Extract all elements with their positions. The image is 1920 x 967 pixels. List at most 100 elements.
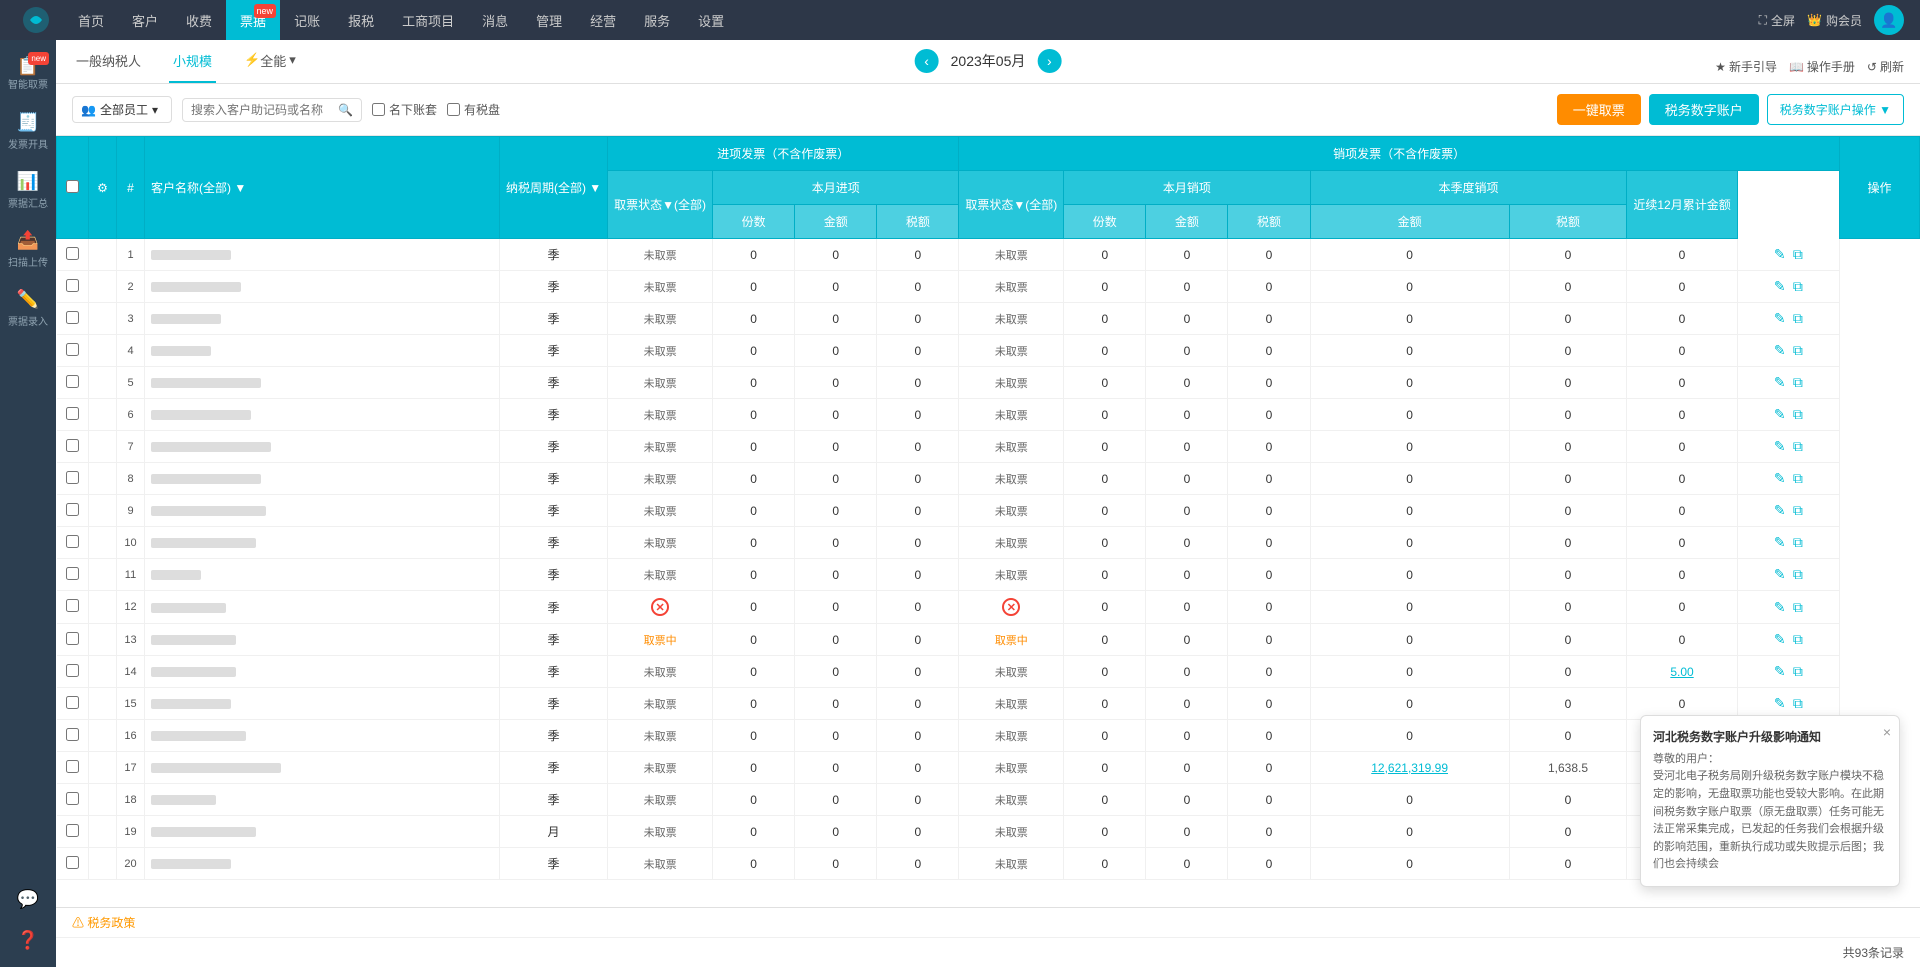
nav-business[interactable]: 工商项目 <box>388 0 468 40</box>
edit-btn[interactable]: ✎ <box>1774 342 1786 358</box>
cell-status-in[interactable]: 未取票 <box>608 784 713 816</box>
row-checkbox[interactable] <box>66 664 79 677</box>
cell-status-out[interactable]: 未取票 <box>959 271 1064 303</box>
cell-client-name[interactable] <box>145 591 500 624</box>
nav-service[interactable]: 服务 <box>630 0 684 40</box>
cell-status-in[interactable]: 未取票 <box>608 559 713 591</box>
cell-status-in[interactable]: 未取票 <box>608 720 713 752</box>
cell-status-in[interactable]: 未取票 <box>608 495 713 527</box>
cell-status-in[interactable]: 未取票 <box>608 303 713 335</box>
copy-btn[interactable]: ⧉ <box>1793 246 1803 262</box>
cell-client-name[interactable] <box>145 688 500 720</box>
row-checkbox[interactable] <box>66 503 79 516</box>
rolling-value[interactable]: 5.00 <box>1670 665 1693 679</box>
sidebar-item-scan-upload[interactable]: 📤 扫描上传 <box>3 222 53 277</box>
copy-btn[interactable]: ⧉ <box>1793 310 1803 326</box>
edit-btn[interactable]: ✎ <box>1774 278 1786 294</box>
cell-client-name[interactable] <box>145 303 500 335</box>
copy-btn[interactable]: ⧉ <box>1793 374 1803 390</box>
edit-btn[interactable]: ✎ <box>1774 566 1786 582</box>
cell-status-out[interactable]: 未取票 <box>959 816 1064 848</box>
cell-status-out[interactable]: 未取票 <box>959 559 1064 591</box>
row-checkbox[interactable] <box>66 247 79 260</box>
nav-home[interactable]: 首页 <box>64 0 118 40</box>
nav-operation[interactable]: 经营 <box>576 0 630 40</box>
nav-tax[interactable]: 报税 <box>334 0 388 40</box>
date-prev-btn[interactable]: ‹ <box>915 49 939 73</box>
row-checkbox[interactable] <box>66 599 79 612</box>
edit-btn[interactable]: ✎ <box>1774 438 1786 454</box>
cell-client-name[interactable] <box>145 335 500 367</box>
checkbox-tax-disk-input[interactable] <box>447 103 460 116</box>
tax-digital-btn[interactable]: 税务数字账户 <box>1649 94 1759 125</box>
copy-btn[interactable]: ⧉ <box>1793 438 1803 454</box>
cell-client-name[interactable] <box>145 399 500 431</box>
cell-status-in[interactable]: 未取票 <box>608 848 713 880</box>
sidebar-item-ticket-summary[interactable]: 📊 票据汇总 <box>3 163 53 218</box>
sidebar-item-smart-ticket[interactable]: 📋 智能取票 new <box>3 48 53 100</box>
copy-btn[interactable]: ⧉ <box>1793 342 1803 358</box>
popup-close-btn[interactable]: × <box>1883 724 1891 740</box>
copy-btn[interactable]: ⧉ <box>1793 695 1803 711</box>
copy-btn[interactable]: ⧉ <box>1793 663 1803 679</box>
nav-settings[interactable]: 设置 <box>684 0 738 40</box>
row-checkbox[interactable] <box>66 792 79 805</box>
select-all-checkbox[interactable] <box>66 180 79 193</box>
edit-btn[interactable]: ✎ <box>1774 695 1786 711</box>
cell-client-name[interactable] <box>145 656 500 688</box>
cell-status-out[interactable]: 未取票 <box>959 688 1064 720</box>
copy-btn[interactable]: ⧉ <box>1793 470 1803 486</box>
edit-btn[interactable]: ✎ <box>1774 502 1786 518</box>
row-checkbox[interactable] <box>66 279 79 292</box>
tab-all[interactable]: ⚡ 全能 ▾ <box>240 40 300 83</box>
fullscreen-btn[interactable]: ⛶ 全屏 <box>1759 12 1795 29</box>
cell-client-name[interactable] <box>145 784 500 816</box>
cell-status-in[interactable]: 未取票 <box>608 335 713 367</box>
cell-client-name[interactable] <box>145 495 500 527</box>
edit-btn[interactable]: ✎ <box>1774 631 1786 647</box>
cell-client-name[interactable] <box>145 720 500 752</box>
cell-client-name[interactable] <box>145 431 500 463</box>
sidebar-item-support[interactable]: 💬 <box>3 881 53 918</box>
cell-status-in[interactable]: 未取票 <box>608 752 713 784</box>
sidebar-item-help[interactable]: ❓ <box>3 922 53 959</box>
copy-btn[interactable]: ⧉ <box>1793 599 1803 615</box>
edit-btn[interactable]: ✎ <box>1774 599 1786 615</box>
nav-bookkeeping[interactable]: 记账 <box>280 0 334 40</box>
cell-status-out[interactable]: 未取票 <box>959 495 1064 527</box>
row-checkbox[interactable] <box>66 439 79 452</box>
sidebar-item-ticket-entry[interactable]: ✏️ 票据录入 <box>3 281 53 336</box>
edit-btn[interactable]: ✎ <box>1774 663 1786 679</box>
cell-client-name[interactable] <box>145 752 500 784</box>
cell-status-in[interactable]: 未取票 <box>608 816 713 848</box>
cell-status-in[interactable]: 未取票 <box>608 527 713 559</box>
row-checkbox[interactable] <box>66 824 79 837</box>
row-checkbox[interactable] <box>66 343 79 356</box>
nav-ticket[interactable]: 票据 new <box>226 0 280 40</box>
cell-status-in[interactable]: 未取票 <box>608 399 713 431</box>
cell-status-in[interactable]: 取票中 <box>608 624 713 656</box>
status-text[interactable]: ⚠ 税务政策 <box>72 914 135 931</box>
search-input[interactable] <box>191 103 334 117</box>
tab-small-scale[interactable]: 小规模 <box>169 40 216 83</box>
season-amount-value[interactable]: 12,621,319.99 <box>1371 761 1448 775</box>
manual-btn[interactable]: 📖 操作手册 <box>1789 58 1855 75</box>
guide-btn[interactable]: ★ 新手引导 <box>1715 58 1777 75</box>
cell-status-in[interactable]: 未取票 <box>608 688 713 720</box>
date-next-btn[interactable]: › <box>1037 49 1061 73</box>
cell-status-out[interactable]: 未取票 <box>959 367 1064 399</box>
checkbox-sub-account[interactable]: 名下账套 <box>372 101 437 118</box>
edit-btn[interactable]: ✎ <box>1774 406 1786 422</box>
one-key-ticket-btn[interactable]: 一键取票 <box>1557 94 1641 125</box>
edit-btn[interactable]: ✎ <box>1774 310 1786 326</box>
cell-status-out[interactable]: 未取票 <box>959 431 1064 463</box>
cell-status-in[interactable]: 未取票 <box>608 367 713 399</box>
row-checkbox[interactable] <box>66 728 79 741</box>
cell-status-out[interactable]: 未取票 <box>959 784 1064 816</box>
row-checkbox[interactable] <box>66 407 79 420</box>
edit-btn[interactable]: ✎ <box>1774 246 1786 262</box>
nav-fee[interactable]: 收费 <box>172 0 226 40</box>
copy-btn[interactable]: ⧉ <box>1793 278 1803 294</box>
cell-client-name[interactable] <box>145 527 500 559</box>
copy-btn[interactable]: ⧉ <box>1793 502 1803 518</box>
